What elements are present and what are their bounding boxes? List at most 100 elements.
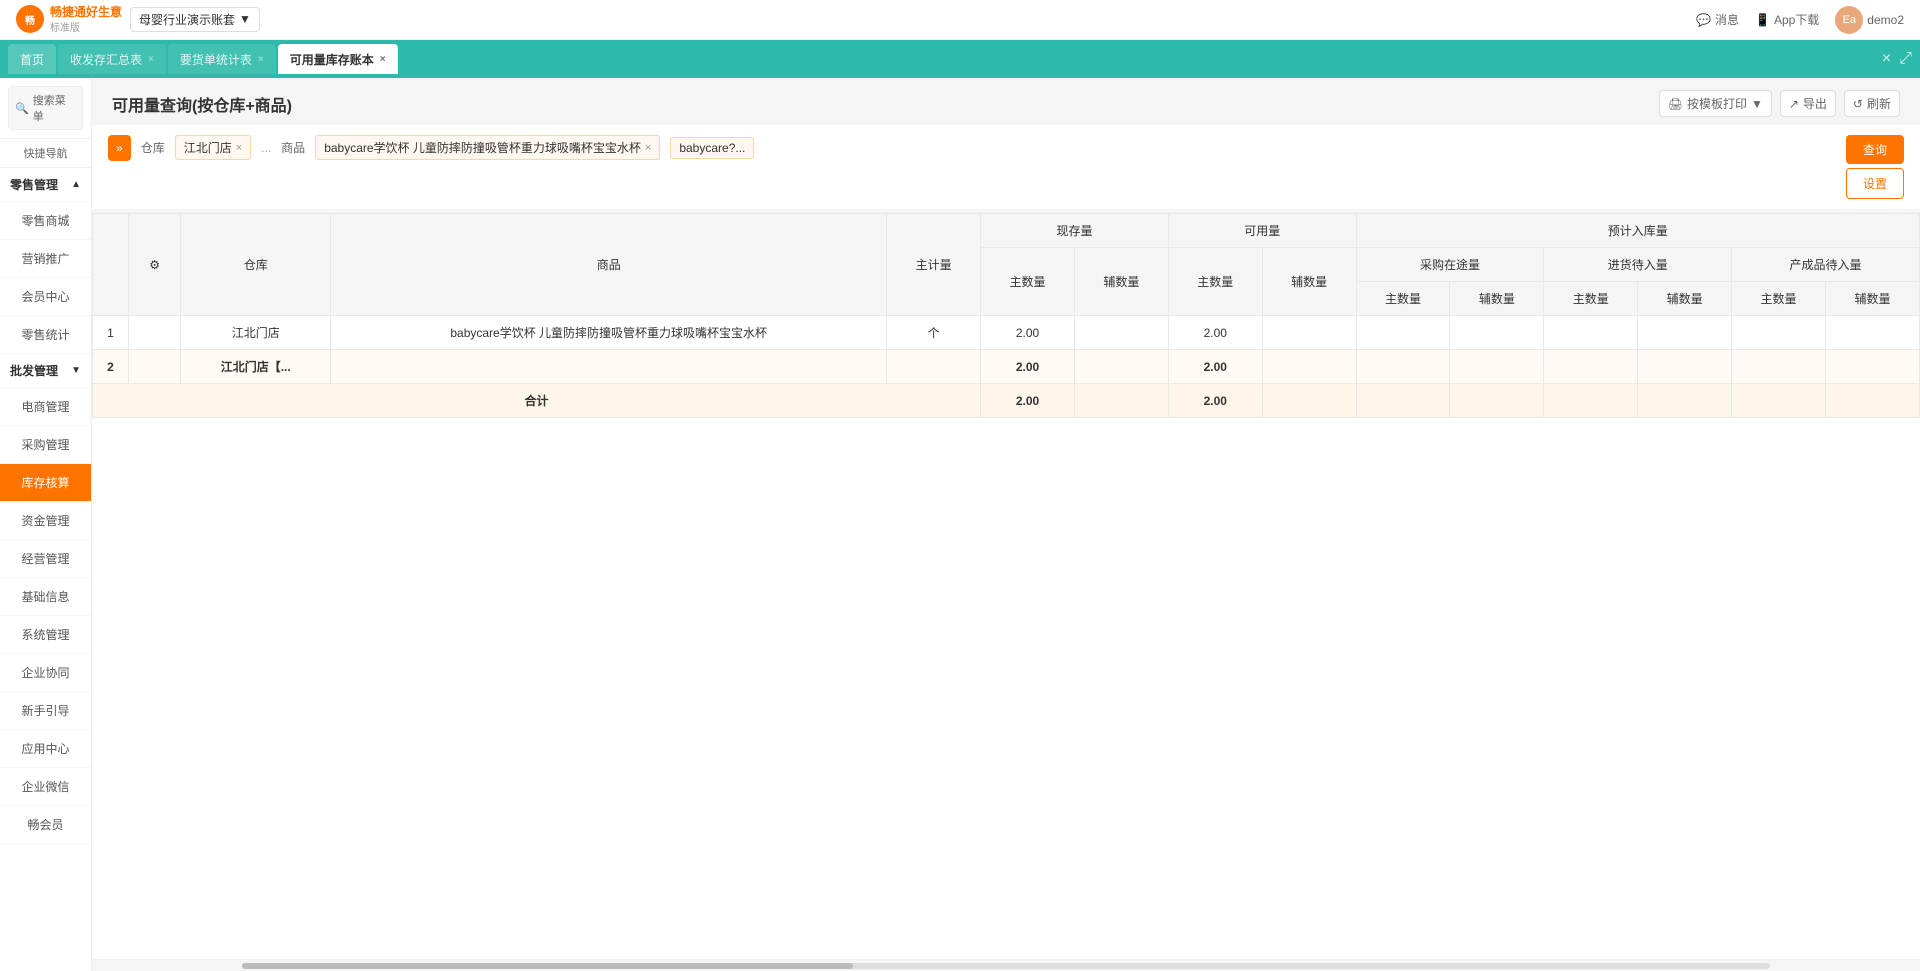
sidebar-item-member-center[interactable]: 会员中心 <box>0 278 91 316</box>
th-available-aux-qty: 辅数量 <box>1262 248 1356 316</box>
row-num-1: 1 <box>93 316 129 350</box>
table-footer-row: 合计 2.00 2.00 <box>93 384 1920 418</box>
row-unit-2 <box>887 350 981 384</box>
print-template-button[interactable]: 🖨 按模板打印 ▼ <box>1659 90 1772 117</box>
sidebar-item-retail-mgmt[interactable]: 零售管理 ▲ <box>0 168 91 202</box>
main-layout: 🔍 搜索菜单 快捷导航 零售管理 ▲ 零售商城 营销推广 会员中心 零售统计 批… <box>0 78 1920 971</box>
filter-row: 仓库 江北门店 × ... 商品 babycare学饮杯 儿童防摔防撞吸管杯重力… <box>141 135 1836 160</box>
sidebar: 🔍 搜索菜单 快捷导航 零售管理 ▲ 零售商城 营销推广 会员中心 零售统计 批… <box>0 78 92 971</box>
content-area: 可用量查询(按仓库+商品) 🖨 按模板打印 ▼ ↗ 导出 ↺ 刷新 » <box>92 78 1920 971</box>
tab-available-stock-label: 可用量库存账本 <box>290 51 374 68</box>
th-pending-aux: 辅数量 <box>1638 282 1732 316</box>
sidebar-item-retail-mall[interactable]: 零售商城 <box>0 202 91 240</box>
th-row-num <box>93 214 129 316</box>
product-tag2-text: babycare?... <box>679 141 745 155</box>
message-action[interactable]: 💬 消息 <box>1696 11 1739 28</box>
data-table: ⚙ 仓库 商品 主计量 现存量 可用量 预计入库量 主数量 辅数量 主数量 辅数… <box>92 213 1920 418</box>
footer-pending-main <box>1544 384 1638 418</box>
sidebar-item-sys-mgmt[interactable]: 系统管理 <box>0 616 91 654</box>
product-tag2[interactable]: babycare?... <box>670 137 754 159</box>
product-tag1-remove-icon[interactable]: × <box>645 142 651 154</box>
sidebar-item-inventory-check[interactable]: 库存核算 <box>0 464 91 502</box>
footer-current-aux <box>1074 384 1168 418</box>
sidebar-item-app-center[interactable]: 应用中心 <box>0 730 91 768</box>
th-warehouse: 仓库 <box>181 214 331 316</box>
warehouse-more[interactable]: ... <box>261 141 271 155</box>
tab-receipt-summary-label: 收发存汇总表 <box>70 51 142 68</box>
message-label: 消息 <box>1715 11 1739 28</box>
horizontal-scrollbar[interactable] <box>92 959 1920 971</box>
scrollbar-track[interactable] <box>242 963 1770 969</box>
close-available-stock-icon[interactable]: × <box>380 54 386 65</box>
row-pending-aux-2 <box>1638 350 1732 384</box>
app-download-action[interactable]: 📱 App下载 <box>1755 11 1819 28</box>
sidebar-retail-mall-label: 零售商城 <box>21 212 69 229</box>
close-order-stats-icon[interactable]: × <box>258 54 264 65</box>
export-button[interactable]: ↗ 导出 <box>1780 90 1836 117</box>
gear-icon[interactable]: ⚙ <box>149 258 160 272</box>
row-current-main-1: 2.00 <box>981 316 1075 350</box>
tab-available-stock[interactable]: 可用量库存账本 × <box>278 44 398 74</box>
table-row: 1 江北门店 babycare学饮杯 儿童防摔防撞吸管杯重力球吸嘴杯宝宝水杯 个… <box>93 316 1920 350</box>
sidebar-ecommerce-label: 电商管理 <box>21 398 69 415</box>
row-production-aux-2 <box>1825 350 1919 384</box>
row-purchase-main-1 <box>1356 316 1450 350</box>
row-production-main-2 <box>1732 350 1826 384</box>
sidebar-item-retail-stats[interactable]: 零售统计 <box>0 316 91 354</box>
row-num-2: 2 <box>93 350 129 384</box>
th-incoming-group: 预计入库量 <box>1356 214 1919 248</box>
maximize-icon[interactable]: ⤢ <box>1899 50 1912 68</box>
sidebar-item-member[interactable]: 畅会员 <box>0 806 91 844</box>
sidebar-member-label: 畅会员 <box>27 816 63 833</box>
quick-nav-button[interactable]: 快捷导航 <box>0 139 91 168</box>
sidebar-item-purchase-mgmt[interactable]: 采购管理 <box>0 426 91 464</box>
product-tag1[interactable]: babycare学饮杯 儿童防摔防撞吸管杯重力球吸嘴杯宝宝水杯 × <box>315 135 660 160</box>
search-menu-label: 搜索菜单 <box>33 92 76 124</box>
query-button[interactable]: 查询 <box>1846 135 1904 164</box>
tab-order-stats[interactable]: 要货单统计表 × <box>168 44 276 74</box>
refresh-label: 刷新 <box>1867 95 1891 112</box>
export-label: 导出 <box>1803 95 1827 112</box>
refresh-button[interactable]: ↺ 刷新 <box>1844 90 1900 117</box>
sidebar-enterprise-wechat-label: 企业微信 <box>21 778 69 795</box>
sidebar-item-ecommerce[interactable]: 电商管理 <box>0 388 91 426</box>
scrollbar-thumb[interactable] <box>242 963 853 969</box>
sidebar-item-ops-mgmt[interactable]: 经营管理 <box>0 540 91 578</box>
logo-area: 畅 畅捷通好生意 标准版 <box>16 5 122 34</box>
sidebar-enterprise-collab-label: 企业协同 <box>21 664 69 681</box>
tab-order-stats-label: 要货单统计表 <box>180 51 252 68</box>
warehouse-tag-remove-icon[interactable]: × <box>236 142 242 154</box>
row-available-main-1: 2.00 <box>1168 316 1262 350</box>
sidebar-item-marketing[interactable]: 营销推广 <box>0 240 91 278</box>
warehouse-tag-text: 江北门店 <box>184 139 232 156</box>
industry-selector[interactable]: 母婴行业演示账套 ▼ <box>130 7 260 32</box>
sidebar-item-finance-mgmt[interactable]: 资金管理 <box>0 502 91 540</box>
filter-toggle-button[interactable]: » <box>108 135 131 161</box>
close-all-tabs-icon[interactable]: × <box>1882 50 1891 68</box>
search-menu-button[interactable]: 🔍 搜索菜单 <box>8 86 83 130</box>
settings-button[interactable]: 设置 <box>1846 168 1904 199</box>
row-warehouse-1: 江北门店 <box>181 316 331 350</box>
sidebar-item-enterprise-collab[interactable]: 企业协同 <box>0 654 91 692</box>
close-receipt-summary-icon[interactable]: × <box>148 54 154 65</box>
th-settings: ⚙ <box>129 214 181 316</box>
warehouse-tag[interactable]: 江北门店 × <box>175 135 251 160</box>
user-area[interactable]: Ea demo2 <box>1835 6 1904 34</box>
tab-receipt-summary[interactable]: 收发存汇总表 × <box>58 44 166 74</box>
tab-home[interactable]: 首页 <box>8 44 56 74</box>
sidebar-item-batch-mgmt[interactable]: 批发管理 ▼ <box>0 354 91 388</box>
export-icon: ↗ <box>1789 97 1799 111</box>
print-label: 按模板打印 <box>1687 95 1747 112</box>
row-settings-2[interactable] <box>129 350 181 384</box>
sidebar-item-enterprise-wechat[interactable]: 企业微信 <box>0 768 91 806</box>
row-available-main-2: 2.00 <box>1168 350 1262 384</box>
th-purchase-transit-group: 采购在途量 <box>1356 248 1544 282</box>
sidebar-item-new-guide[interactable]: 新手引导 <box>0 692 91 730</box>
sidebar-item-basic-info[interactable]: 基础信息 <box>0 578 91 616</box>
nav-tabs-right: × ⤢ <box>1882 50 1912 68</box>
row-pending-main-1 <box>1544 316 1638 350</box>
th-pending-receipt-group: 进货待入量 <box>1544 248 1732 282</box>
row-settings-1[interactable] <box>129 316 181 350</box>
th-current-stock-group: 现存量 <box>981 214 1169 248</box>
logo-sub: 标准版 <box>50 19 122 34</box>
